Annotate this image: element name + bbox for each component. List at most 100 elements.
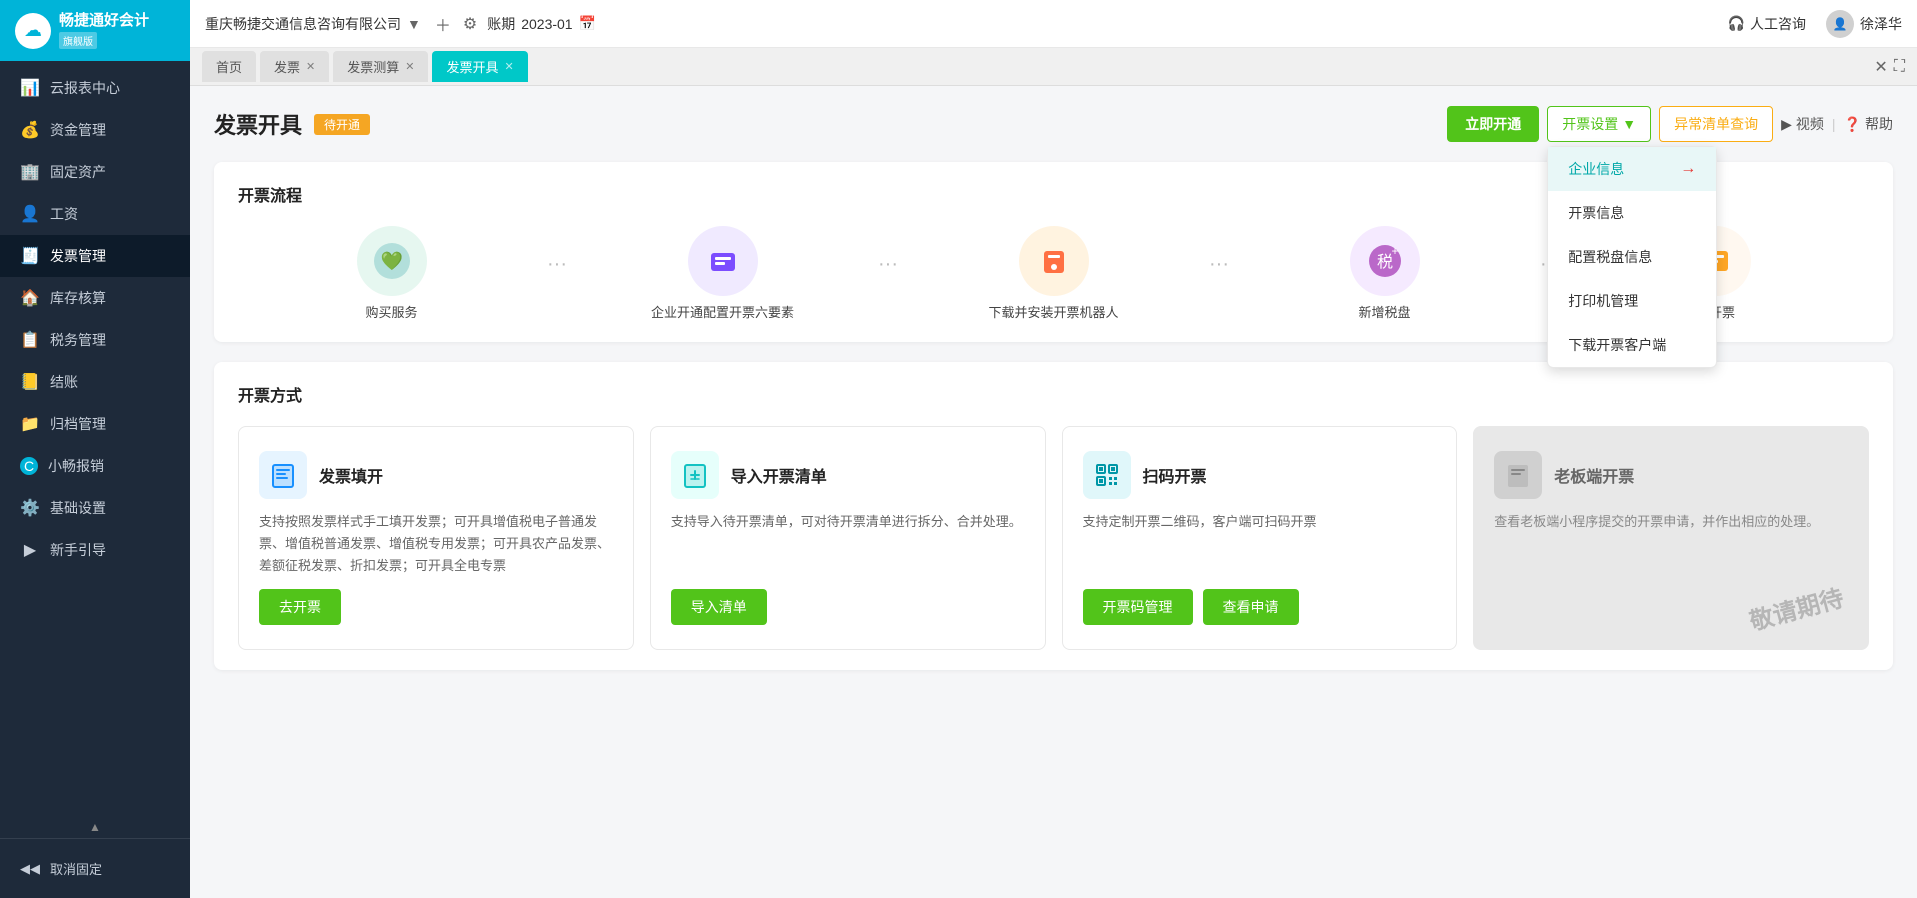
tab-invoice-issue-close[interactable]: ✕ (505, 60, 514, 73)
collapse-label: 取消固定 (50, 859, 102, 878)
dropdown-item-download-client[interactable]: 下载开票客户端 (1548, 323, 1716, 367)
card4-header: 老板端开票 (1494, 451, 1848, 499)
headset-icon: 🎧 (1728, 15, 1745, 32)
topbar: 重庆畅捷交通信息咨询有限公司 ▼ ＋ ⚙ 账期 2023-01 📅 🎧 人工咨询 (190, 0, 1917, 48)
company-name: 重庆畅捷交通信息咨询有限公司 (205, 14, 401, 34)
card2-title: 导入开票清单 (731, 463, 827, 487)
scan-qr-button[interactable]: 开票码管理 (1083, 589, 1193, 625)
card1-title: 发票填开 (319, 463, 383, 487)
dropdown-item-printer-mgmt[interactable]: 打印机管理 (1548, 279, 1716, 323)
anomaly-button[interactable]: 异常清单查询 (1659, 106, 1773, 142)
new-guide-icon: ▶ (20, 540, 40, 560)
billing-section: 开票方式 (214, 362, 1893, 670)
settings-dropdown: 企业信息 → 开票信息 配置税盘信息 打印机管理 (1547, 146, 1717, 368)
help-label: 帮助 (1865, 114, 1893, 134)
activate-button[interactable]: 立即开通 (1447, 106, 1539, 142)
invoice-mgmt-icon: 🧾 (20, 246, 40, 266)
tab-invoice-test[interactable]: 发票测算 ✕ (333, 51, 428, 82)
tax-config-label: 配置税盘信息 (1568, 249, 1652, 265)
sidebar-item-label: 结账 (50, 372, 78, 392)
card3-title: 扫码开票 (1143, 463, 1207, 487)
company-dropdown-arrow: ▼ (407, 16, 421, 32)
sidebar-item-inventory[interactable]: 🏠 库存核算 (0, 277, 190, 319)
content-area: 发票开具 待开通 立即开通 开票设置 ▼ 企业信息 (190, 86, 1917, 898)
user-avatar: 👤 (1826, 10, 1854, 38)
company-info-label: 企业信息 (1568, 159, 1624, 179)
video-label: 视频 (1796, 114, 1824, 134)
sidebar-item-cloud-report[interactable]: 📊 云报表中心 (0, 67, 190, 109)
step2-label: 企业开通配置开票六要素 (651, 304, 794, 322)
sidebar-item-payroll[interactable]: 👤 工资 (0, 193, 190, 235)
period-info: 账期 2023-01 📅 (487, 14, 596, 34)
sidebar-item-basic-settings[interactable]: ⚙️ 基础设置 (0, 487, 190, 529)
card4-title: 老板端开票 (1554, 463, 1634, 487)
tab-invoice-issue[interactable]: 发票开具 ✕ (432, 51, 527, 82)
tab-home[interactable]: 首页 (202, 51, 256, 82)
flow-step-1: 💚 购买服务 (238, 226, 545, 322)
tab-invoice-test-label: 发票测算 (347, 57, 399, 76)
username: 徐泽华 (1860, 14, 1902, 34)
tab-invoice[interactable]: 发票 ✕ (260, 51, 329, 82)
fill-invoice-button[interactable]: 去开票 (259, 589, 341, 625)
dropdown-item-company-info[interactable]: 企业信息 → (1548, 147, 1716, 191)
printer-mgmt-label: 打印机管理 (1568, 293, 1638, 309)
xiao-chang-icon: C (20, 457, 38, 475)
collapse-icon: ◀◀ (20, 861, 40, 877)
sidebar-item-archive[interactable]: 📁 归档管理 (0, 403, 190, 445)
add-company-button[interactable]: ＋ (435, 12, 451, 36)
flow-step-2: 企业开通配置开票六要素 (569, 226, 876, 322)
divider: | (1832, 116, 1836, 132)
main-area: 重庆畅捷交通信息咨询有限公司 ▼ ＋ ⚙ 账期 2023-01 📅 🎧 人工咨询 (190, 0, 1917, 898)
dropdown-item-invoice-info[interactable]: 开票信息 (1548, 191, 1716, 235)
step4-label: 新增税盘 (1359, 304, 1411, 322)
video-button[interactable]: ▶ 视频 (1781, 114, 1824, 134)
settings-button[interactable]: ⚙ (463, 14, 477, 34)
collapse-button[interactable]: ◀◀ 取消固定 (0, 849, 190, 888)
import-list-button[interactable]: 导入清单 (671, 589, 767, 625)
step3-icon (1019, 226, 1089, 296)
card3-desc: 支持定制开票二维码，客户端可扫码开票 (1083, 511, 1437, 577)
dropdown-item-tax-config[interactable]: 配置税盘信息 (1548, 235, 1716, 279)
fund-mgmt-icon: 💰 (20, 120, 40, 140)
sidebar-item-label: 工资 (50, 204, 78, 224)
step3-label: 下载并安装开票机器人 (989, 304, 1119, 322)
billing-methods: 发票填开 支持按照发票样式手工填开发票；可开具增值税电子普通发票、增值税普通发票… (238, 426, 1869, 650)
sidebar-nav: 📊 云报表中心 💰 资金管理 🏢 固定资产 👤 工资 🧾 发票管理 🏠 (0, 61, 190, 816)
billing-card-boss-invoice: 老板端开票 查看老板端小程序提交的开票申请，并作出相应的处理。 敬请期待 (1473, 426, 1869, 650)
sidebar-item-fixed-assets[interactable]: 🏢 固定资产 (0, 151, 190, 193)
sidebar-item-tax-mgmt[interactable]: 📋 税务管理 (0, 319, 190, 361)
settings-dropdown-button[interactable]: 开票设置 ▼ (1547, 106, 1651, 142)
scroll-indicator: ▲ (0, 816, 190, 838)
company-selector[interactable]: 重庆畅捷交通信息咨询有限公司 ▼ (205, 14, 421, 34)
fill-invoice-icon (259, 451, 307, 499)
boss-invoice-icon (1494, 451, 1542, 499)
sidebar-item-accounting[interactable]: 📒 结账 (0, 361, 190, 403)
tab-close-button[interactable]: ✕ (1874, 57, 1887, 77)
sidebar-item-xiao-chang[interactable]: C 小畅报销 (0, 445, 190, 487)
card3-header: 扫码开票 (1083, 451, 1437, 499)
tab-invoice-test-close[interactable]: ✕ (405, 60, 414, 73)
sidebar-item-label: 资金管理 (50, 120, 106, 140)
sidebar-item-new-guide[interactable]: ▶ 新手引导 (0, 529, 190, 571)
sidebar-item-fund-mgmt[interactable]: 💰 资金管理 (0, 109, 190, 151)
user-info[interactable]: 👤 徐泽华 (1826, 10, 1902, 38)
question-icon: ❓ (1844, 116, 1861, 133)
play-icon: ▶ (1781, 116, 1792, 133)
red-arrow-icon: → (1680, 160, 1696, 178)
view-apply-button[interactable]: 查看申请 (1203, 589, 1299, 625)
tab-invoice-close[interactable]: ✕ (306, 60, 315, 73)
consult-button[interactable]: 🎧 人工咨询 (1728, 14, 1806, 34)
sidebar-item-invoice-mgmt[interactable]: 🧾 发票管理 (0, 235, 190, 277)
logo-name: 畅捷通好会计 (59, 12, 149, 30)
page-header: 发票开具 待开通 (214, 108, 370, 140)
settings-label: 开票设置 (1562, 114, 1618, 134)
logo-icon: ☁ (15, 13, 51, 49)
import-list-icon (671, 451, 719, 499)
tab-expand-button[interactable]: ⛶ (1894, 57, 1905, 77)
topbar-actions: ＋ ⚙ (435, 12, 477, 36)
tab-invoice-issue-label: 发票开具 (446, 57, 498, 76)
step1-icon: 💚 (357, 226, 427, 296)
help-button[interactable]: ❓ 帮助 (1844, 114, 1893, 134)
calendar-icon[interactable]: 📅 (579, 15, 596, 32)
billing-card-fill-invoice: 发票填开 支持按照发票样式手工填开发票；可开具增值税电子普通发票、增值税普通发票… (238, 426, 634, 650)
